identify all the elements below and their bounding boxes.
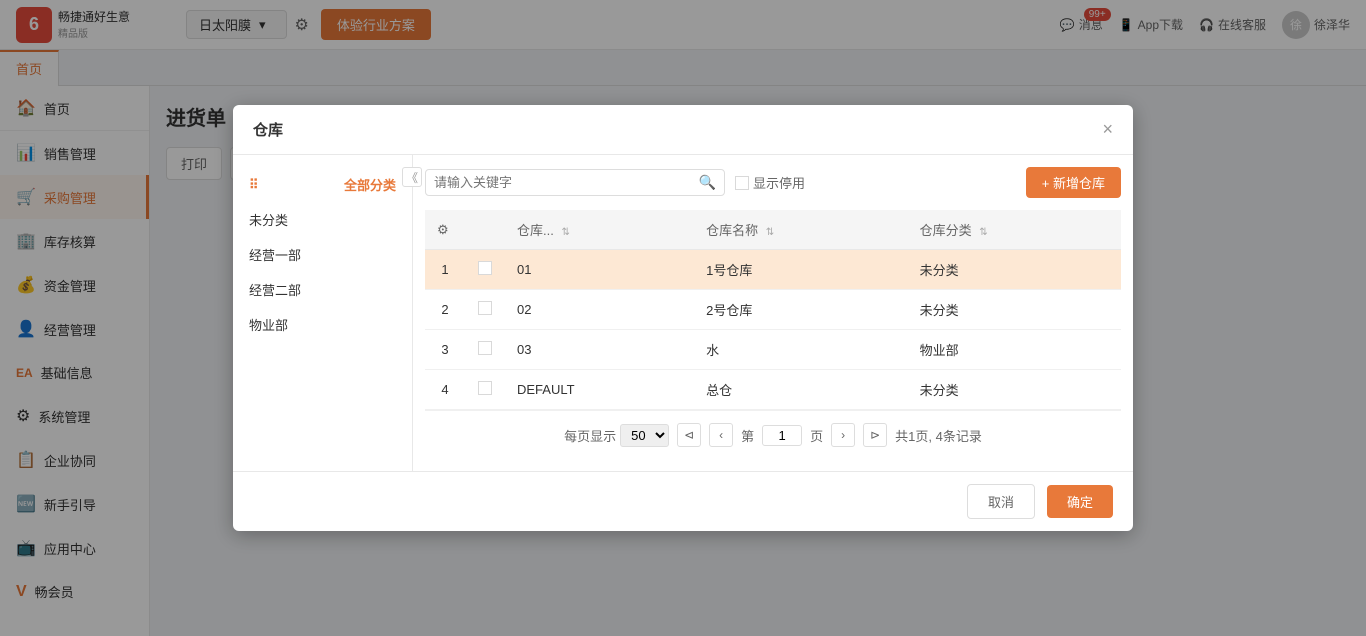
total-records: 共1页, 4条记录 xyxy=(895,426,982,445)
category-all-header[interactable]: ⠿ 全部分类 xyxy=(233,167,412,202)
search-box: 🔍 xyxy=(425,169,725,196)
search-icon: 🔍 xyxy=(699,174,716,191)
th-code: 仓库... ⇅ xyxy=(505,210,694,250)
modal-overlay: 仓库 × ⠿ 全部分类 《 未分类 经营一部 xyxy=(0,0,1366,636)
content-panel: 🔍 显示停用 + 新增仓库 ⚙ 仓库. xyxy=(413,155,1133,471)
row-index: 3 xyxy=(425,330,465,370)
row-name: 1号仓库 xyxy=(694,250,907,290)
category-item-ops1[interactable]: 经营一部 xyxy=(233,237,412,272)
th-settings: ⚙ xyxy=(425,210,465,250)
table-row[interactable]: 2 02 2号仓库 未分类 xyxy=(425,290,1121,330)
row-name: 2号仓库 xyxy=(694,290,907,330)
sort-icon-code: ⇅ xyxy=(561,227,569,238)
page-prefix: 第 xyxy=(741,426,754,445)
row-code: 03 xyxy=(505,330,694,370)
row-index: 4 xyxy=(425,370,465,410)
modal-header: 仓库 × xyxy=(233,105,1133,155)
row-checkbox[interactable] xyxy=(465,250,505,290)
category-all-label: 全部分类 xyxy=(344,175,396,194)
page-number-input[interactable] xyxy=(762,425,802,446)
table-row[interactable]: 3 03 水 物业部 xyxy=(425,330,1121,370)
last-page-button[interactable]: ⊳ xyxy=(863,423,887,447)
show-disabled-checkbox[interactable] xyxy=(735,176,749,190)
category-item-property[interactable]: 物业部 xyxy=(233,307,412,342)
row-name: 总仓 xyxy=(694,370,907,410)
row-index: 2 xyxy=(425,290,465,330)
row-category: 物业部 xyxy=(908,330,1121,370)
category-panel: ⠿ 全部分类 《 未分类 经营一部 经营二部 物业部 xyxy=(233,155,413,471)
row-category: 未分类 xyxy=(908,290,1121,330)
row-category: 未分类 xyxy=(908,370,1121,410)
sort-icon-name: ⇅ xyxy=(766,227,774,238)
row-checkbox[interactable] xyxy=(465,330,505,370)
modal-footer: 取消 确定 xyxy=(233,471,1133,531)
collapse-button[interactable]: 《 xyxy=(402,167,422,187)
row-checkbox[interactable] xyxy=(465,290,505,330)
row-name: 水 xyxy=(694,330,907,370)
page-suffix: 页 xyxy=(810,426,823,445)
row-code: 01 xyxy=(505,250,694,290)
modal-close-button[interactable]: × xyxy=(1102,119,1113,140)
table-row[interactable]: 4 DEFAULT 总仓 未分类 xyxy=(425,370,1121,410)
show-disabled-label[interactable]: 显示停用 xyxy=(735,173,805,192)
th-category: 仓库分类 ⇅ xyxy=(908,210,1121,250)
per-page-label: 每页显示 50 xyxy=(564,424,669,447)
next-page-button[interactable]: › xyxy=(831,423,855,447)
add-warehouse-button[interactable]: + 新增仓库 xyxy=(1026,167,1121,198)
row-code: 02 xyxy=(505,290,694,330)
first-page-button[interactable]: ⊲ xyxy=(677,423,701,447)
th-name: 仓库名称 ⇅ xyxy=(694,210,907,250)
prev-page-button[interactable]: ‹ xyxy=(709,423,733,447)
warehouse-table: ⚙ 仓库... ⇅ 仓库名称 ⇅ 仓库分类 xyxy=(425,210,1121,410)
th-checkbox xyxy=(465,210,505,250)
cancel-button[interactable]: 取消 xyxy=(967,484,1035,519)
confirm-button[interactable]: 确定 xyxy=(1047,485,1113,518)
row-category: 未分类 xyxy=(908,250,1121,290)
row-code: DEFAULT xyxy=(505,370,694,410)
table-header-row: ⚙ 仓库... ⇅ 仓库名称 ⇅ 仓库分类 xyxy=(425,210,1121,250)
warehouse-modal: 仓库 × ⠿ 全部分类 《 未分类 经营一部 xyxy=(233,105,1133,531)
modal-toolbar: 🔍 显示停用 + 新增仓库 xyxy=(425,167,1121,198)
per-page-select[interactable]: 50 xyxy=(620,424,669,447)
category-item-ops2[interactable]: 经营二部 xyxy=(233,272,412,307)
modal-body: ⠿ 全部分类 《 未分类 经营一部 经营二部 物业部 xyxy=(233,155,1133,471)
search-input[interactable] xyxy=(434,175,699,190)
modal-title: 仓库 xyxy=(253,119,283,140)
row-checkbox[interactable] xyxy=(465,370,505,410)
sort-icon-category: ⇅ xyxy=(979,227,987,238)
pagination: 每页显示 50 ⊲ ‹ 第 页 › ⊳ 共1页, 4条记录 xyxy=(425,410,1121,459)
grid-icon: ⠿ xyxy=(249,177,259,193)
row-index: 1 xyxy=(425,250,465,290)
table-row[interactable]: 1 01 1号仓库 未分类 xyxy=(425,250,1121,290)
category-item-unclassified[interactable]: 未分类 xyxy=(233,202,412,237)
